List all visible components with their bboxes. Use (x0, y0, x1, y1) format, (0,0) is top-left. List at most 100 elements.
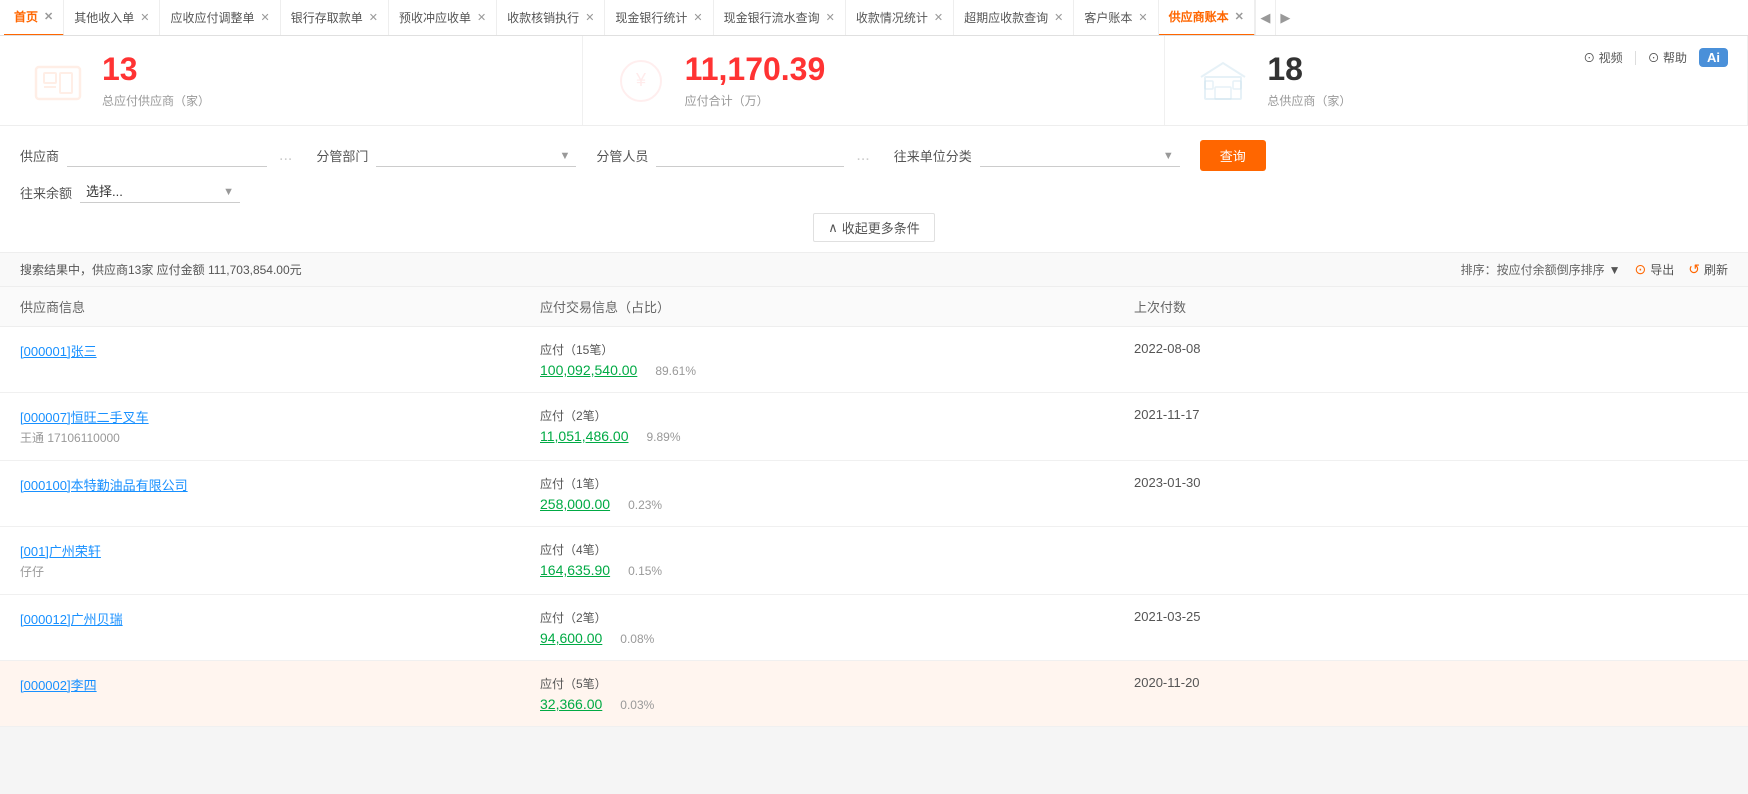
person-filter: 分管人员 ... (596, 145, 873, 167)
nav-scroll-right[interactable]: ▶ (1275, 0, 1295, 36)
nav-tab-cash-stat-close[interactable]: ✕ (693, 11, 702, 24)
nav-tab-adjust[interactable]: 应收应付调整单 ✕ (160, 0, 280, 36)
nav-tab-collect-stat-close[interactable]: ✕ (934, 11, 943, 24)
table-row: [000007]恒旺二手叉车 王通 17106110000 应付（2笔） 11,… (0, 393, 1748, 461)
trans-label-2: 应付（1笔） (540, 477, 607, 491)
export-button[interactable]: ⊙ 导出 (1635, 261, 1675, 278)
nav-tab-income[interactable]: 其他收入单 ✕ (64, 0, 160, 36)
export-icon: ⊙ (1635, 261, 1647, 278)
trans-amount-1[interactable]: 11,051,486.00 (540, 428, 629, 444)
last-payment-0: 2022-08-08 (1134, 341, 1728, 356)
supplier-link-5[interactable]: [000002]李四 (20, 675, 540, 694)
person-input[interactable] (656, 145, 844, 167)
nav-tab-supplier-book-close[interactable]: ✕ (1235, 10, 1244, 23)
trans-row-1: 11,051,486.00 9.89% (540, 426, 1134, 444)
category-select[interactable] (980, 145, 1180, 167)
trans-amount-5[interactable]: 32,366.00 (540, 696, 602, 712)
trans-label-1: 应付（2笔） (540, 409, 607, 423)
trans-percent-5: 0.03% (620, 698, 654, 712)
supplier-link-1[interactable]: [000007]恒旺二手叉车 (20, 407, 540, 426)
data-table: 供应商信息 应付交易信息（占比） 上次付数 [000001]张三 应付（15笔）… (0, 287, 1748, 727)
sort-selector[interactable]: 排序：按应付余额倒序排序 ▼ (1461, 261, 1621, 278)
trans-label-4: 应付（2笔） (540, 611, 607, 625)
nav-tab-customer-book[interactable]: 客户账本 ✕ (1074, 0, 1158, 36)
transaction-cell-4: 应付（2笔） 94,600.00 0.08% (540, 609, 1134, 646)
nav-tab-collect-stat[interactable]: 收款情况统计 ✕ (846, 0, 954, 36)
supplier-link-2[interactable]: [000100]本特勤油品有限公司 (20, 475, 540, 494)
amount-icon: ¥ (613, 53, 669, 109)
nav-tab-adjust-close[interactable]: ✕ (260, 11, 269, 24)
last-payment-2: 2023-01-30 (1134, 475, 1728, 490)
nav-tab-income-close[interactable]: ✕ (140, 11, 149, 24)
supplier-filter: 供应商 ... (20, 145, 296, 167)
nav-tab-cash-query[interactable]: 现金银行流水查询 ✕ (714, 0, 846, 36)
nav-tab-verify[interactable]: 收款核销执行 ✕ (497, 0, 605, 36)
last-payment-4: 2021-03-25 (1134, 609, 1728, 624)
collapse-label: 收起更多条件 (842, 218, 920, 237)
trans-amount-4[interactable]: 94,600.00 (540, 630, 602, 646)
sort-arrow-icon: ▼ (1609, 263, 1621, 277)
supplier-sub-3: 仔仔 (20, 563, 540, 580)
stat-number-suppliers: 13 (102, 52, 210, 87)
search-button[interactable]: 查询 (1200, 140, 1266, 171)
trans-percent-4: 0.08% (620, 632, 654, 646)
trans-row-2: 258,000.00 0.23% (540, 494, 1134, 512)
results-bar: 搜索结果中，供应商13家 应付金额 111,703,854.00元 排序：按应付… (0, 253, 1748, 287)
trans-amount-2[interactable]: 258,000.00 (540, 496, 610, 512)
nav-scroll-left[interactable]: ◀ (1255, 0, 1275, 36)
supplier-label: 供应商 (20, 146, 59, 165)
filter-row-2: 往来余额 选择... ▼ (20, 181, 1728, 203)
video-link[interactable]: ⊙ 视频 (1583, 49, 1622, 66)
nav-tab-bank-label: 银行存取款单 (291, 9, 363, 26)
nav-tab-supplier-book[interactable]: 供应商账本 ✕ (1159, 0, 1255, 36)
nav-tab-home-close[interactable]: ✕ (44, 10, 53, 23)
collapse-row: ∧ 收起更多条件 (20, 213, 1728, 242)
transaction-cell-3: 应付（4笔） 164,635.90 0.15% (540, 541, 1134, 578)
trans-percent-0: 89.61% (655, 364, 696, 378)
supplier-input[interactable] (67, 145, 267, 167)
nav-tab-home-label: 首页 (14, 8, 38, 25)
trans-row-3: 164,635.90 0.15% (540, 560, 1134, 578)
person-ellipsis[interactable]: ... (852, 147, 873, 165)
nav-tab-prepay-close[interactable]: ✕ (477, 11, 486, 24)
filter-area: 供应商 ... 分管部门 ▼ 分管人员 ... 往来单位分类 (0, 126, 1748, 253)
balance-select[interactable]: 选择... (80, 181, 240, 203)
category-select-wrap: ▼ (980, 145, 1180, 167)
nav-tab-collect-stat-label: 收款情况统计 (856, 9, 928, 26)
ai-badge[interactable]: Ai (1699, 48, 1728, 67)
nav-tab-cash-stat[interactable]: 现金银行统计 ✕ (605, 0, 713, 36)
nav-tab-prepay[interactable]: 预收冲应收单 ✕ (389, 0, 497, 36)
nav-tab-income-label: 其他收入单 (74, 9, 134, 26)
dept-select[interactable] (376, 145, 576, 167)
stat-label-suppliers: 总应付供应商（家） (102, 92, 210, 109)
table-row: [000100]本特勤油品有限公司 应付（1笔） 258,000.00 0.23… (0, 461, 1748, 527)
trans-amount-0[interactable]: 100,092,540.00 (540, 362, 637, 378)
nav-tab-cash-query-close[interactable]: ✕ (826, 11, 835, 24)
refresh-button[interactable]: ↺ 刷新 (1688, 261, 1728, 278)
trans-row-5: 32,366.00 0.03% (540, 694, 1134, 712)
nav-tab-overdue[interactable]: 超期应收款查询 ✕ (954, 0, 1074, 36)
svg-text:¥: ¥ (635, 70, 647, 90)
collapse-button[interactable]: ∧ 收起更多条件 (813, 213, 935, 242)
nav-tab-cash-stat-label: 现金银行统计 (615, 9, 687, 26)
stat-content-amount: 11,170.39 应付合计（万） (685, 52, 826, 108)
nav-tab-verify-close[interactable]: ✕ (585, 11, 594, 24)
supplier-link-3[interactable]: [001]广州荣轩 (20, 541, 540, 560)
nav-tab-bank-close[interactable]: ✕ (369, 11, 378, 24)
nav-tab-adjust-label: 应收应付调整单 (170, 9, 254, 26)
nav-tab-home[interactable]: 首页 ✕ (4, 0, 64, 36)
top-actions: ⊙ 视频 ⊙ 帮助 Ai (1583, 48, 1728, 67)
trans-amount-3[interactable]: 164,635.90 (540, 562, 610, 578)
results-summary: 搜索结果中，供应商13家 应付金额 111,703,854.00元 (20, 261, 302, 278)
nav-tab-overdue-close[interactable]: ✕ (1054, 11, 1063, 24)
nav-tab-customer-book-close[interactable]: ✕ (1138, 11, 1147, 24)
last-payment-5: 2020-11-20 (1134, 675, 1728, 690)
dept-filter: 分管部门 ▼ (316, 145, 576, 167)
supplier-ellipsis[interactable]: ... (275, 147, 296, 165)
stat-content-total: 18 总供应商（家） (1267, 52, 1351, 108)
balance-filter: 往来余额 选择... ▼ (20, 181, 240, 203)
help-link[interactable]: ⊙ 帮助 (1648, 49, 1687, 66)
supplier-link-0[interactable]: [000001]张三 (20, 341, 540, 360)
nav-tab-bank[interactable]: 银行存取款单 ✕ (281, 0, 389, 36)
supplier-link-4[interactable]: [000012]广州贝瑞 (20, 609, 540, 628)
